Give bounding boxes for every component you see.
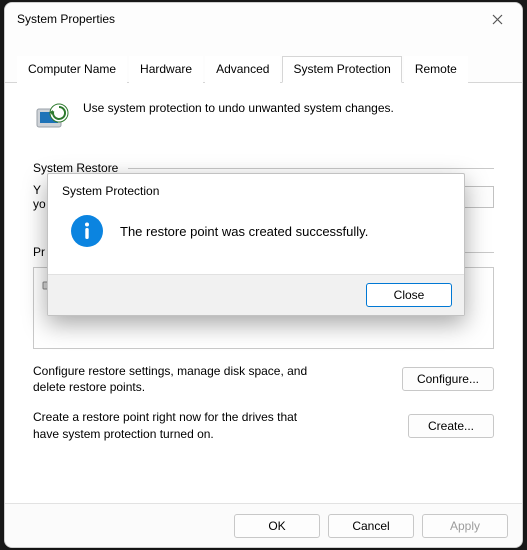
titlebar: System Properties bbox=[5, 3, 522, 35]
dialog-message: The restore point was created successful… bbox=[120, 224, 368, 239]
system-properties-window: System Properties Computer Name Hardware… bbox=[4, 2, 523, 548]
apply-button[interactable]: Apply bbox=[422, 514, 508, 538]
ok-button[interactable]: OK bbox=[234, 514, 320, 538]
dialog-title: System Protection bbox=[48, 174, 464, 204]
tab-remote[interactable]: Remote bbox=[404, 56, 468, 83]
protection-settings-heading: Pr bbox=[33, 245, 45, 259]
configure-button[interactable]: Configure... bbox=[402, 367, 494, 391]
tab-computer-name[interactable]: Computer Name bbox=[17, 56, 127, 83]
system-protection-icon bbox=[33, 99, 69, 135]
close-icon[interactable] bbox=[480, 7, 514, 31]
info-icon bbox=[70, 214, 104, 248]
tab-strip: Computer Name Hardware Advanced System P… bbox=[5, 55, 522, 83]
create-row: Create a restore point right now for the… bbox=[33, 409, 494, 441]
intro-row: Use system protection to undo unwanted s… bbox=[33, 95, 494, 145]
create-button[interactable]: Create... bbox=[408, 414, 494, 438]
configure-text: Configure restore settings, manage disk … bbox=[33, 363, 323, 395]
tab-advanced[interactable]: Advanced bbox=[205, 56, 280, 83]
dialog-body: The restore point was created successful… bbox=[48, 204, 464, 274]
create-text: Create a restore point right now for the… bbox=[33, 409, 323, 441]
system-protection-dialog: System Protection The restore point was … bbox=[47, 173, 465, 316]
system-restore-text: Y yo bbox=[33, 183, 46, 211]
tab-hardware[interactable]: Hardware bbox=[129, 56, 203, 83]
cancel-button[interactable]: Cancel bbox=[328, 514, 414, 538]
dialog-footer: OK Cancel Apply bbox=[5, 503, 522, 547]
tab-system-protection[interactable]: System Protection bbox=[282, 56, 401, 83]
window-title: System Properties bbox=[17, 12, 115, 26]
close-button[interactable]: Close bbox=[366, 283, 452, 307]
divider bbox=[128, 168, 494, 169]
configure-row: Configure restore settings, manage disk … bbox=[33, 363, 494, 395]
dialog-footer: Close bbox=[48, 274, 464, 315]
intro-text: Use system protection to undo unwanted s… bbox=[83, 99, 394, 115]
